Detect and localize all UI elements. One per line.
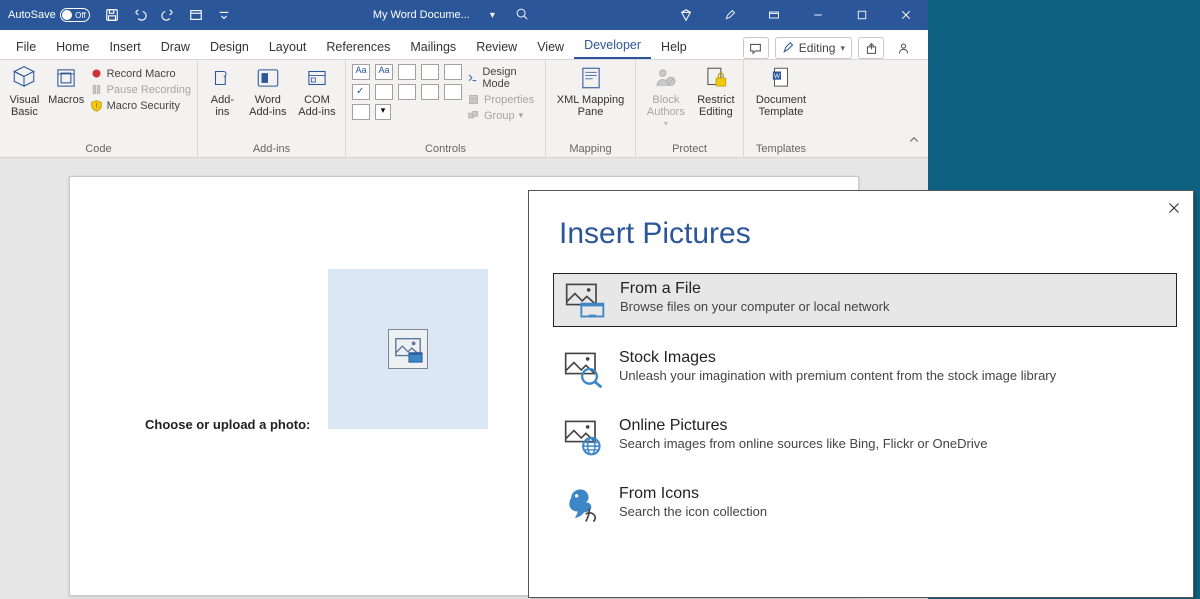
group-label-code: Code — [6, 142, 191, 155]
group-label-mapping: Mapping — [552, 142, 629, 155]
xml-mapping-icon — [577, 64, 605, 92]
tab-file[interactable]: File — [6, 34, 46, 59]
qat-dropdown-icon[interactable] — [210, 0, 238, 30]
autosave-label: AutoSave — [8, 9, 56, 21]
design-mode-button[interactable]: Design Mode — [467, 66, 539, 90]
ribbon-display-icon[interactable] — [752, 0, 796, 30]
tab-layout[interactable]: Layout — [259, 34, 317, 59]
titlebar: AutoSave Off My Word Docume... ▾ — [0, 0, 928, 30]
autosave-switch[interactable]: Off — [60, 8, 90, 22]
undo-icon[interactable] — [126, 0, 154, 30]
option-from-icons[interactable]: From Icons Search the icon collection — [553, 479, 1177, 531]
addins-button[interactable]: Add-ins — [204, 64, 241, 118]
group-label-addins: Add-ins — [204, 142, 339, 155]
macro-security-button[interactable]: !Macro Security — [90, 99, 191, 112]
option-title: From Icons — [619, 485, 767, 503]
restrict-editing-button[interactable]: Restrict Editing — [695, 64, 737, 118]
save-icon[interactable] — [98, 0, 126, 30]
group-button: Group▾ — [467, 109, 539, 122]
maximize-button[interactable] — [840, 0, 884, 30]
addins-icon — [208, 64, 236, 92]
pause-recording-button: Pause Recording — [90, 83, 191, 96]
visual-basic-button[interactable]: Visual Basic — [6, 64, 43, 118]
svg-text:W: W — [774, 73, 781, 80]
group-label-templates: Templates — [750, 142, 812, 155]
autosave-toggle[interactable]: AutoSave Off — [0, 8, 98, 22]
search-icon[interactable] — [515, 7, 529, 24]
visual-basic-icon — [10, 64, 38, 92]
redo-icon[interactable] — [154, 0, 182, 30]
macros-button[interactable]: Macros — [48, 64, 85, 106]
tab-review[interactable]: Review — [466, 34, 527, 59]
comments-button[interactable] — [743, 37, 769, 59]
picture-content-control[interactable] — [328, 269, 488, 429]
option-desc: Unleash your imagination with premium co… — [619, 368, 1056, 383]
option-title: Online Pictures — [619, 417, 987, 435]
properties-button: Properties — [467, 93, 539, 106]
group-label-controls: Controls — [352, 142, 539, 155]
word-addins-button[interactable]: Word Add-ins — [246, 64, 290, 118]
xml-mapping-button[interactable]: XML Mapping Pane — [555, 64, 627, 118]
account-icon[interactable] — [890, 37, 916, 59]
ribbon: Visual Basic Macros Record Macro Pause R… — [0, 60, 928, 158]
macros-icon — [52, 64, 80, 92]
group-label-protect: Protect — [642, 142, 737, 155]
com-addins-icon — [303, 64, 331, 92]
tab-design[interactable]: Design — [200, 34, 259, 59]
pen-icon[interactable] — [708, 0, 752, 30]
insert-pictures-dialog: Insert Pictures From a File Browse files… — [528, 190, 1194, 598]
tab-developer[interactable]: Developer — [574, 32, 651, 59]
ribbon-tabs: File Home Insert Draw Design Layout Refe… — [0, 30, 928, 60]
option-title: Stock Images — [619, 349, 1056, 367]
quick-access-toolbar — [98, 0, 238, 30]
option-from-file[interactable]: From a File Browse files on your compute… — [553, 273, 1177, 327]
option-stock-images[interactable]: Stock Images Unleash your imagination wi… — [553, 343, 1177, 395]
block-authors-button: Block Authors▾ — [642, 64, 690, 129]
prompt-text: Choose or upload a photo: — [145, 417, 310, 432]
close-button[interactable] — [884, 0, 928, 30]
block-authors-icon — [652, 64, 680, 92]
qat-icon[interactable] — [182, 0, 210, 30]
dialog-close-button[interactable] — [1165, 199, 1183, 217]
picture-placeholder-icon — [388, 329, 428, 369]
svg-text:!: ! — [95, 101, 97, 110]
tab-draw[interactable]: Draw — [151, 34, 200, 59]
document-template-button[interactable]: WDocument Template — [751, 64, 811, 118]
tab-view[interactable]: View — [527, 34, 574, 59]
option-desc: Search the icon collection — [619, 504, 767, 519]
restrict-editing-icon — [702, 64, 730, 92]
tab-help[interactable]: Help — [651, 34, 697, 59]
minimize-button[interactable] — [796, 0, 840, 30]
from-icons-icon — [561, 485, 607, 525]
controls-gallery[interactable]: AaAa ✓ ▾ — [352, 64, 462, 120]
editing-mode-button[interactable]: Editing▾ — [775, 37, 852, 59]
online-pictures-icon — [561, 417, 607, 457]
dialog-title: Insert Pictures — [529, 191, 1193, 273]
option-desc: Search images from online sources like B… — [619, 436, 987, 451]
from-file-icon — [562, 280, 608, 320]
tab-insert[interactable]: Insert — [100, 34, 151, 59]
collapse-ribbon-icon[interactable] — [908, 133, 920, 151]
stock-images-icon — [561, 349, 607, 389]
option-title: From a File — [620, 280, 890, 298]
word-addins-icon — [254, 64, 282, 92]
record-macro-button[interactable]: Record Macro — [90, 67, 191, 80]
tab-references[interactable]: References — [316, 34, 400, 59]
option-desc: Browse files on your computer or local n… — [620, 299, 890, 314]
premium-icon[interactable] — [664, 0, 708, 30]
tab-mailings[interactable]: Mailings — [400, 34, 466, 59]
document-template-icon: W — [767, 64, 795, 92]
tab-home[interactable]: Home — [46, 34, 99, 59]
option-online-pictures[interactable]: Online Pictures Search images from onlin… — [553, 411, 1177, 463]
share-button[interactable] — [858, 37, 884, 59]
com-addins-button[interactable]: COM Add-ins — [295, 64, 339, 118]
document-title[interactable]: My Word Docume... — [373, 9, 470, 21]
